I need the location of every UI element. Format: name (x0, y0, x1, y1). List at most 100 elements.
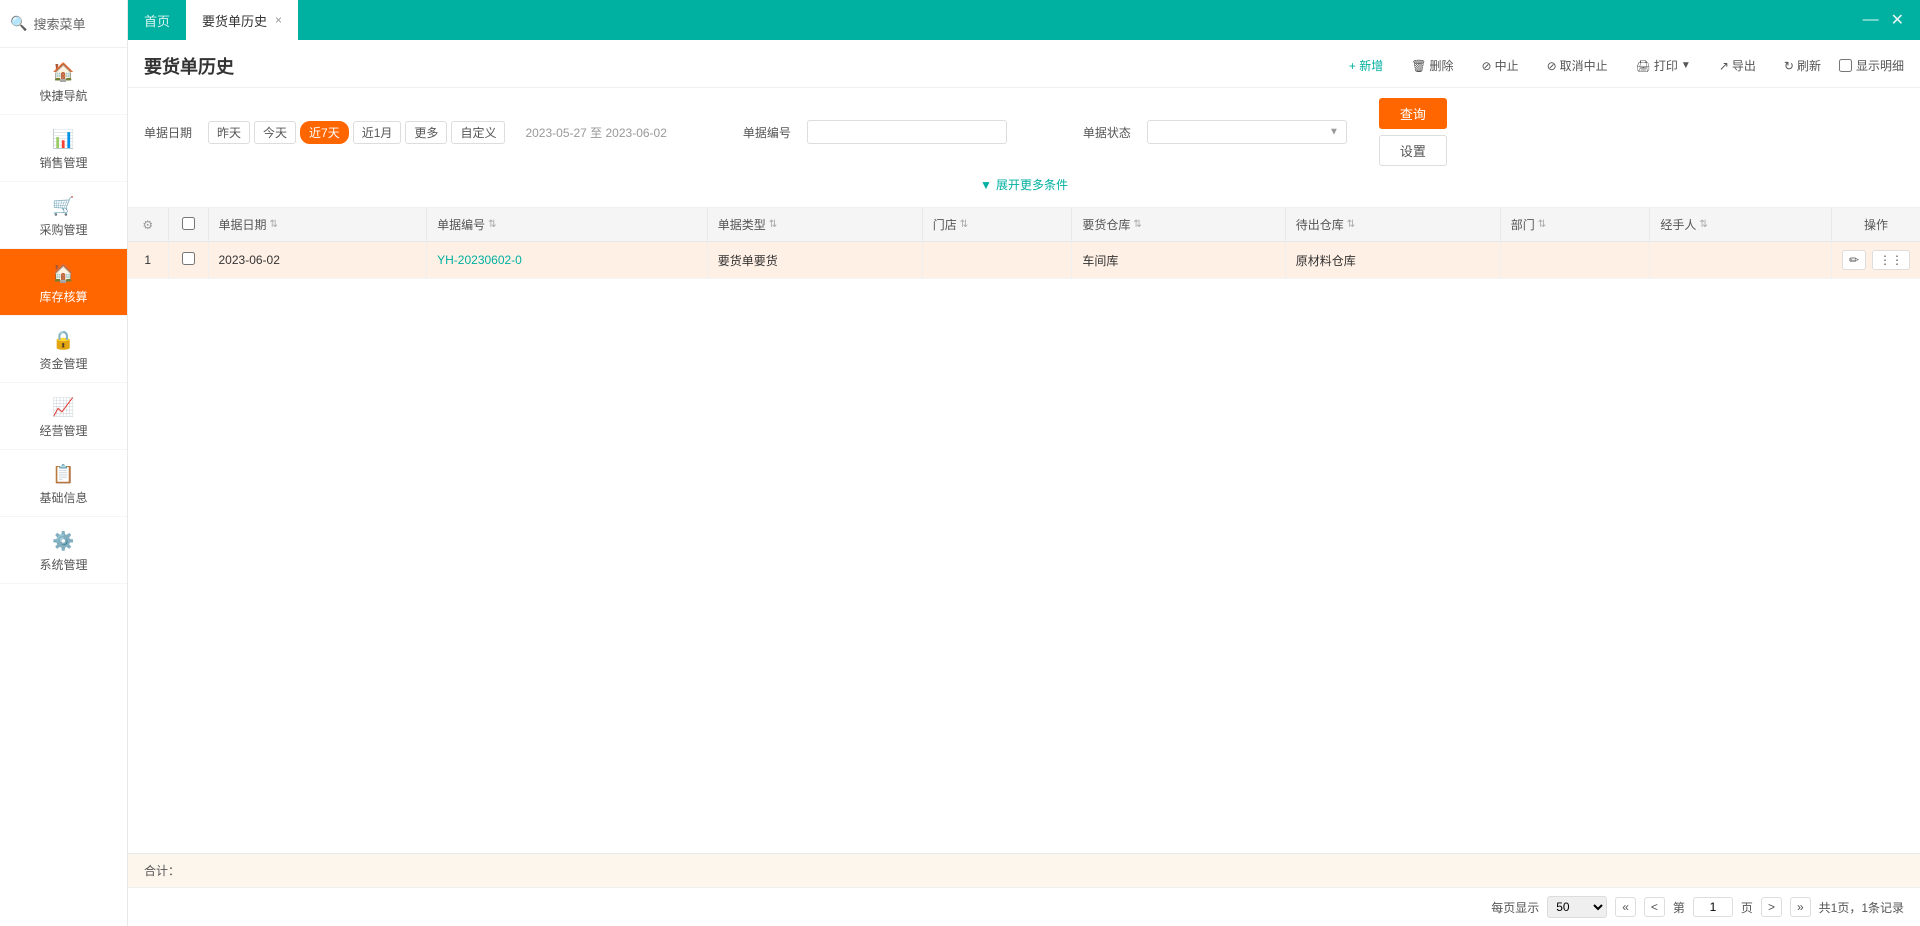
date-btn-yesterday[interactable]: 昨天 (208, 121, 250, 144)
date-btn-custom[interactable]: 自定义 (451, 121, 505, 144)
sort-pending-warehouse-icon[interactable]: ⇅ (1347, 219, 1355, 230)
date-btn-7days[interactable]: 近7天 (300, 121, 349, 144)
th-pending-warehouse-inner[interactable]: 待出仓库 ⇅ (1296, 216, 1490, 233)
table-header-row: ⚙ 单据日期 ⇅ 单据编号 (128, 208, 1920, 242)
print-icon: 🖨 (1636, 59, 1651, 73)
page-size-select[interactable]: 10 20 50 100 (1547, 896, 1607, 918)
prev-page-btn[interactable]: < (1644, 897, 1665, 917)
doc-number-link[interactable]: YH-20230602-0 (437, 253, 522, 267)
query-button[interactable]: 查询 (1379, 98, 1447, 129)
new-button[interactable]: + 新增 (1339, 52, 1393, 79)
td-handler (1650, 242, 1832, 279)
sidebar-item-basic-info[interactable]: 📋 基础信息 (0, 450, 127, 517)
doc-number-label: 单据编号 (743, 124, 791, 141)
doc-icon: 📋 (52, 464, 74, 485)
th-date-inner[interactable]: 单据日期 ⇅ (219, 216, 417, 233)
display-detail-checkbox[interactable]: 显示明细 (1839, 57, 1904, 74)
export-icon: ↗ (1719, 59, 1729, 73)
sidebar-item-label: 快捷导航 (39, 87, 87, 104)
cancel-stop-button[interactable]: ⊘ 取消中止 (1537, 52, 1618, 79)
warehouse-icon: 🏠 (52, 263, 74, 284)
next-page-btn[interactable]: > (1761, 897, 1782, 917)
chevron-down-icon: ▼ (980, 178, 992, 192)
stop-icon: ⊘ (1482, 59, 1492, 73)
row-checkbox[interactable] (182, 252, 195, 265)
expand-more-btn[interactable]: ▼ 展开更多条件 (144, 172, 1904, 197)
display-detail-input[interactable] (1839, 59, 1852, 72)
row-actions: ✏ ⋮⋮ (1842, 250, 1910, 270)
sidebar-item-operations[interactable]: 📈 经营管理 (0, 383, 127, 450)
th-doc-type: 单据类型 ⇅ (707, 208, 922, 242)
th-store: 门店 ⇅ (922, 208, 1072, 242)
delete-button[interactable]: 🗑 删除 (1401, 52, 1463, 79)
setting-button[interactable]: 设置 (1379, 135, 1447, 166)
sort-req-warehouse-icon[interactable]: ⇅ (1133, 219, 1141, 230)
stop-button[interactable]: ⊘ 中止 (1472, 52, 1529, 79)
sidebar-search[interactable]: 🔍 搜索菜单 (0, 0, 127, 48)
sidebar-item-sales[interactable]: 📊 销售管理 (0, 115, 127, 182)
sidebar-item-finance[interactable]: 🔒 资金管理 (0, 316, 127, 383)
td-row-index: 1 (128, 242, 168, 279)
th-handler-inner[interactable]: 经手人 ⇅ (1660, 216, 1821, 233)
table-row: 1 2023-06-02 YH-20230602-0 要货单要货 车间库 原材料… (128, 242, 1920, 279)
page-number-input[interactable] (1693, 897, 1733, 917)
td-date: 2023-06-02 (208, 242, 427, 279)
date-btn-1month[interactable]: 近1月 (353, 121, 402, 144)
sidebar-item-system[interactable]: ⚙️ 系统管理 (0, 517, 127, 584)
total-info: 共1页，1条记录 (1819, 899, 1904, 916)
th-checkbox (168, 208, 208, 242)
print-button[interactable]: 🖨 打印 ▼ (1626, 52, 1701, 79)
filter-area: 单据日期 昨天 今天 近7天 近1月 更多 自定义 2023-05-27 至 2… (128, 88, 1920, 208)
td-department (1500, 242, 1650, 279)
first-page-btn[interactable]: « (1615, 897, 1636, 917)
doc-status-input[interactable] (1147, 120, 1347, 144)
data-table: ⚙ 单据日期 ⇅ 单据编号 (128, 208, 1920, 279)
sidebar-item-purchase[interactable]: 🛒 采购管理 (0, 182, 127, 249)
gear-icon: ⚙️ (52, 531, 74, 552)
sort-store-icon[interactable]: ⇅ (960, 219, 968, 230)
sort-doc-number-icon[interactable]: ⇅ (488, 219, 496, 230)
td-actions: ✏ ⋮⋮ (1831, 242, 1920, 279)
row-more-btn[interactable]: ⋮⋮ (1872, 250, 1910, 270)
sidebar-item-label: 销售管理 (39, 154, 87, 171)
sort-department-icon[interactable]: ⇅ (1538, 219, 1546, 230)
summary-label: 合计： (144, 862, 180, 879)
row-edit-btn[interactable]: ✏ (1842, 250, 1866, 270)
select-all-checkbox[interactable] (182, 217, 195, 230)
chart-icon: 📊 (52, 129, 74, 150)
page-unit: 页 (1741, 899, 1753, 916)
page-size-label: 每页显示 (1491, 899, 1539, 916)
tab-home[interactable]: 首页 (128, 0, 186, 40)
th-department: 部门 ⇅ (1500, 208, 1650, 242)
tab-close-icon[interactable]: × (275, 13, 282, 27)
topbar: 首页 要货单历史 × — ✕ (128, 0, 1920, 40)
content: 要货单历史 + 新增 🗑 删除 ⊘ 中止 ⊘ 取消中止 🖨 打印 (128, 40, 1920, 926)
tab-requisition-history[interactable]: 要货单历史 × (186, 0, 298, 40)
sidebar-item-quick-nav[interactable]: 🏠 快捷导航 (0, 48, 127, 115)
refresh-button[interactable]: ↻ 刷新 (1774, 52, 1831, 79)
sort-handler-icon[interactable]: ⇅ (1699, 219, 1707, 230)
date-btn-more[interactable]: 更多 (405, 121, 447, 144)
minimize-icon[interactable]: — (1863, 11, 1879, 29)
table-area: ⚙ 单据日期 ⇅ 单据编号 (128, 208, 1920, 853)
sort-doc-type-icon[interactable]: ⇅ (769, 219, 777, 230)
sidebar-item-label: 库存核算 (39, 288, 87, 305)
last-page-btn[interactable]: » (1790, 897, 1811, 917)
th-doc-number: 单据编号 ⇅ (427, 208, 708, 242)
filter-row-1: 单据日期 昨天 今天 近7天 近1月 更多 自定义 2023-05-27 至 2… (144, 98, 1904, 166)
date-btn-today[interactable]: 今天 (254, 121, 296, 144)
td-pending-warehouse: 原材料仓库 (1285, 242, 1500, 279)
th-store-inner[interactable]: 门店 ⇅ (933, 216, 1062, 233)
sidebar: 🔍 搜索菜单 🏠 快捷导航 📊 销售管理 🛒 采购管理 🏠 库存核算 🔒 资金管… (0, 0, 128, 926)
sort-date-icon[interactable]: ⇅ (270, 219, 278, 230)
export-button[interactable]: ↗ 导出 (1709, 52, 1766, 79)
th-req-warehouse-inner[interactable]: 要货仓库 ⇅ (1082, 216, 1274, 233)
th-doc-number-inner[interactable]: 单据编号 ⇅ (437, 216, 697, 233)
doc-number-input[interactable] (807, 120, 1007, 144)
th-doc-type-inner[interactable]: 单据类型 ⇅ (718, 216, 912, 233)
sidebar-item-label: 采购管理 (39, 221, 87, 238)
close-window-icon[interactable]: ✕ (1891, 10, 1904, 30)
th-department-inner[interactable]: 部门 ⇅ (1511, 216, 1640, 233)
table-settings-icon[interactable]: ⚙ (142, 218, 153, 232)
sidebar-item-inventory[interactable]: 🏠 库存核算 (0, 249, 127, 316)
